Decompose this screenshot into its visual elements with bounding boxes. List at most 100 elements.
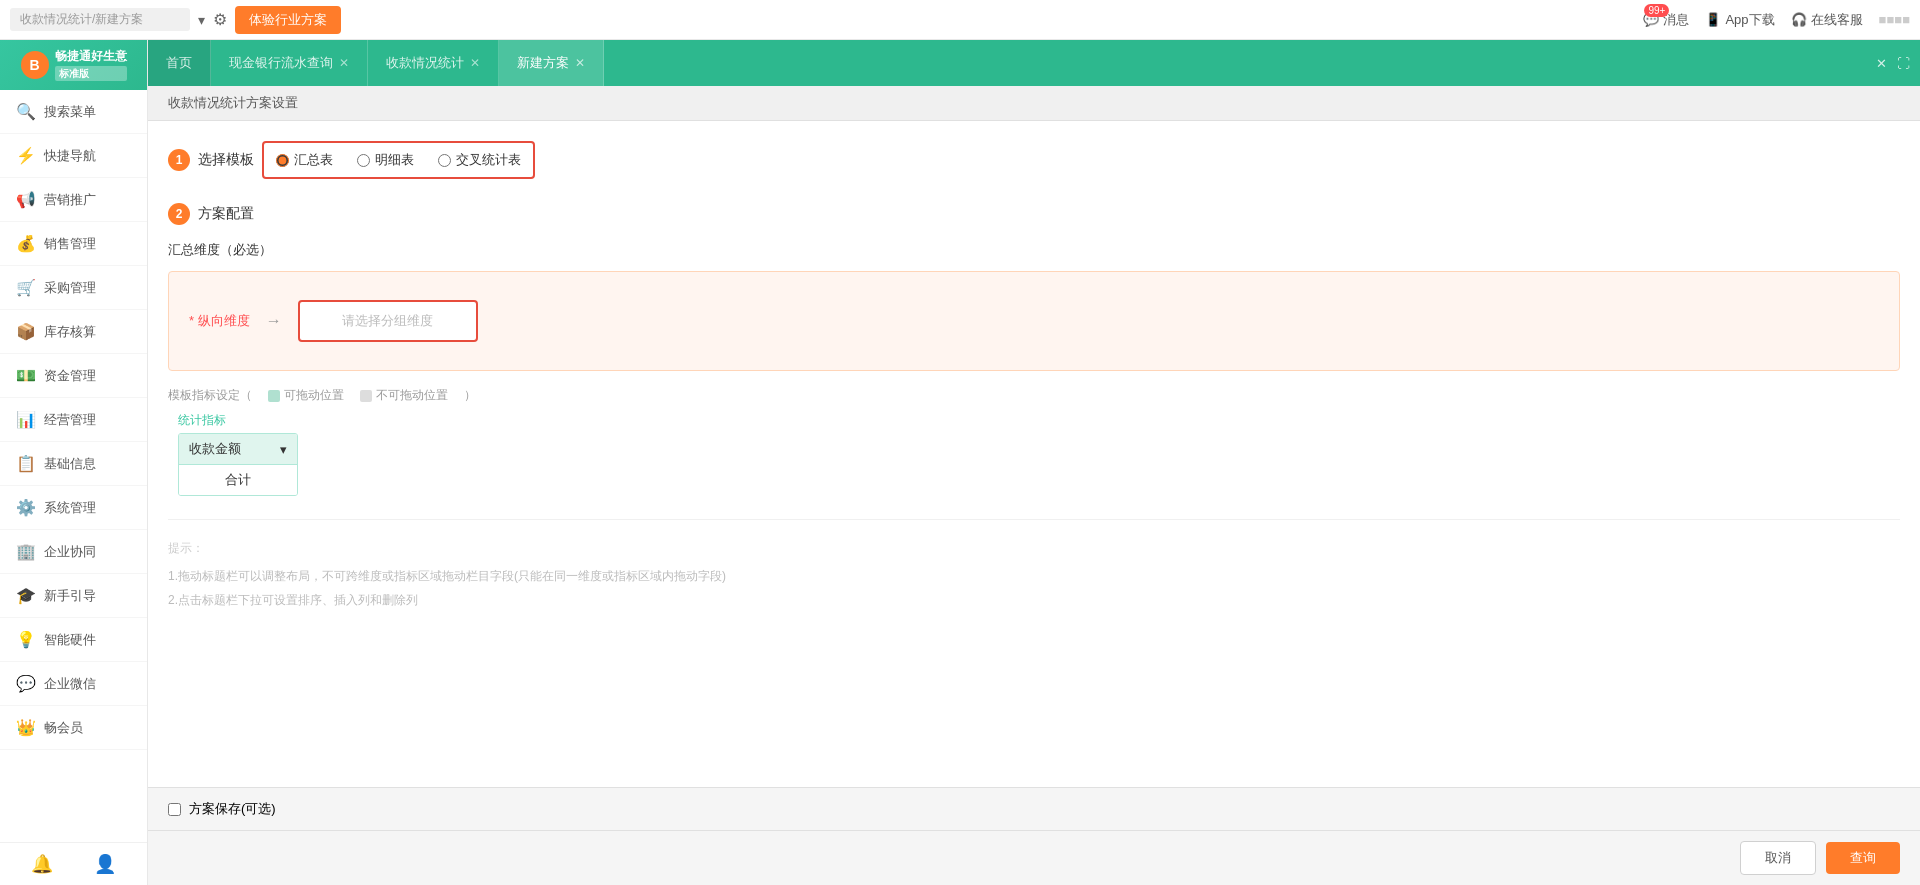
- breadcrumb: 收款情况统计/新建方案: [10, 8, 190, 31]
- service-label: 在线客服: [1811, 11, 1863, 29]
- option-detail-label: 明细表: [375, 151, 414, 169]
- sidebar-item-purchase[interactable]: 🛒 采购管理: [0, 266, 147, 310]
- tab-bank-flow-close[interactable]: ✕: [339, 56, 349, 70]
- tip1: 1.拖动标题栏可以调整布局，不可跨维度或指标区域拖动栏目字段(只能在同一维度或指…: [168, 564, 1900, 588]
- sidebar-item-collab[interactable]: 🏢 企业协同: [0, 530, 147, 574]
- section2-num: 2: [168, 203, 190, 225]
- radio-cross[interactable]: [438, 154, 451, 167]
- window-close-icon[interactable]: ✕: [1876, 56, 1887, 71]
- sidebar-item-basics[interactable]: 📋 基础信息: [0, 442, 147, 486]
- radio-detail[interactable]: [357, 154, 370, 167]
- user-avatar: ■■■■: [1879, 12, 1910, 27]
- window-expand-icon[interactable]: ⛶: [1897, 56, 1910, 71]
- cancel-button[interactable]: 取消: [1740, 841, 1816, 875]
- sidebar-label-system: 系统管理: [44, 499, 96, 517]
- service-item[interactable]: 🎧 在线客服: [1791, 11, 1863, 29]
- tab-receipt-stats-close[interactable]: ✕: [470, 56, 480, 70]
- tab-new-plan-close[interactable]: ✕: [575, 56, 585, 70]
- download-item[interactable]: 📱 App下载: [1705, 11, 1774, 29]
- movable-badge: 可拖动位置: [268, 387, 344, 404]
- fixed-indicator-icon: [360, 390, 372, 402]
- option-cross[interactable]: 交叉统计表: [438, 151, 521, 169]
- sidebar-item-system[interactable]: ⚙️ 系统管理: [0, 486, 147, 530]
- sidebar-bottom-icon1[interactable]: 🔔: [31, 853, 53, 875]
- stats-header-dropdown-icon[interactable]: ▾: [280, 442, 287, 457]
- sidebar-label-purchase: 采购管理: [44, 279, 96, 297]
- indicators-label-prefix: 模板指标设定（: [168, 387, 252, 404]
- dimension-arrow: →: [266, 312, 282, 330]
- tab-bar: 首页 现金银行流水查询 ✕ 收款情况统计 ✕ 新建方案 ✕ ✕ ⛶: [148, 40, 1920, 86]
- tips-area: 提示： 1.拖动标题栏可以调整布局，不可跨维度或指标区域拖动栏目字段(只能在同一…: [168, 519, 1900, 612]
- download-label: App下载: [1725, 11, 1774, 29]
- member-icon: 👑: [16, 718, 36, 737]
- section1-num: 1: [168, 149, 190, 171]
- indicators-section: 模板指标设定（ 可拖动位置 不可拖动位置 ）: [168, 387, 1900, 499]
- sidebar-label-basics: 基础信息: [44, 455, 96, 473]
- sidebar-label-collab: 企业协同: [44, 543, 96, 561]
- settings-icon[interactable]: ⚙: [213, 10, 227, 29]
- movable-indicator-icon: [268, 390, 280, 402]
- tab-bank-flow[interactable]: 现金银行流水查询 ✕: [211, 40, 368, 86]
- stats-header[interactable]: 收款金额 ▾: [179, 434, 297, 465]
- sales-icon: 💰: [16, 234, 36, 253]
- sidebar-logo: B 畅捷通好生意 标准版: [0, 40, 147, 90]
- tab-receipt-stats[interactable]: 收款情况统计 ✕: [368, 40, 499, 86]
- download-icon: 📱: [1705, 12, 1721, 27]
- industry-btn[interactable]: 体验行业方案: [235, 6, 341, 34]
- form-area: 1 选择模板 汇总表 明细表: [148, 121, 1920, 787]
- sidebar-item-sales[interactable]: 💰 销售管理: [0, 222, 147, 266]
- guide-icon: 🎓: [16, 586, 36, 605]
- sidebar-item-hardware[interactable]: 💡 智能硬件: [0, 618, 147, 662]
- logo-tag: 标准版: [55, 66, 127, 81]
- radio-summary[interactable]: [276, 154, 289, 167]
- logo-text: 畅捷通好生意 标准版: [55, 49, 127, 82]
- option-detail[interactable]: 明细表: [357, 151, 414, 169]
- sidebar-item-quicknav[interactable]: ⚡ 快捷导航: [0, 134, 147, 178]
- sidebar-item-marketing[interactable]: 📢 营销推广: [0, 178, 147, 222]
- section1-title: 选择模板: [198, 151, 254, 169]
- service-icon: 🎧: [1791, 12, 1807, 27]
- content-area: 首页 现金银行流水查询 ✕ 收款情况统计 ✕ 新建方案 ✕ ✕ ⛶: [148, 40, 1920, 885]
- section2-title: 方案配置: [198, 205, 254, 223]
- sidebar-item-member[interactable]: 👑 畅会员: [0, 706, 147, 750]
- wechat-icon: 💬: [16, 674, 36, 693]
- sidebar-item-operations[interactable]: 📊 经营管理: [0, 398, 147, 442]
- section1-header: 1 选择模板 汇总表 明细表: [168, 141, 1900, 179]
- finance-icon: 💵: [16, 366, 36, 385]
- bottom-save: 方案保存(可选): [148, 787, 1920, 830]
- dimension-config: 汇总维度（必选） * 纵向维度 → 请选择分组维度: [168, 241, 1900, 371]
- sidebar-item-inventory[interactable]: 📦 库存核算: [0, 310, 147, 354]
- stats-header-label: 收款金额: [189, 440, 241, 458]
- dimension-placeholder[interactable]: 请选择分组维度: [298, 300, 478, 342]
- message-badge: 99+: [1644, 4, 1669, 17]
- page-title: 收款情况统计方案设置: [168, 95, 298, 110]
- sidebar-bottom-icon2[interactable]: 👤: [94, 853, 116, 875]
- logo-icon: B: [21, 51, 49, 79]
- save-checkbox[interactable]: [168, 803, 181, 816]
- search-icon: 🔍: [16, 102, 36, 121]
- logo-abbr: B: [29, 57, 39, 73]
- sidebar-item-guide[interactable]: 🎓 新手引导: [0, 574, 147, 618]
- stats-table: 收款金额 ▾ 合计: [178, 433, 298, 496]
- sidebar-item-search[interactable]: 🔍 搜索菜单: [0, 90, 147, 134]
- breadcrumb-dropdown-icon[interactable]: ▾: [198, 12, 205, 28]
- tab-new-plan[interactable]: 新建方案 ✕: [499, 40, 604, 86]
- quicknav-icon: ⚡: [16, 146, 36, 165]
- tab-receipt-stats-label: 收款情况统计: [386, 54, 464, 72]
- sidebar-item-wechat[interactable]: 💬 企业微信: [0, 662, 147, 706]
- option-summary[interactable]: 汇总表: [276, 151, 333, 169]
- message-item[interactable]: 💬 99+ 消息: [1643, 11, 1689, 29]
- tab-spacer: [604, 40, 1866, 86]
- sidebar-item-finance[interactable]: 💵 资金管理: [0, 354, 147, 398]
- basics-icon: 📋: [16, 454, 36, 473]
- section2-header: 2 方案配置: [168, 203, 1900, 225]
- sidebar: B 畅捷通好生意 标准版 🔍 搜索菜单 ⚡ 快捷导航 📢 营销推广 💰 销售管理…: [0, 40, 148, 885]
- user-info[interactable]: ■■■■: [1879, 12, 1910, 27]
- template-section: 1 选择模板 汇总表 明细表: [168, 141, 1900, 179]
- hardware-icon: 💡: [16, 630, 36, 649]
- indicators-config-label: 模板指标设定（ 可拖动位置 不可拖动位置 ）: [168, 387, 1900, 404]
- purchase-icon: 🛒: [16, 278, 36, 297]
- query-button[interactable]: 查询: [1826, 842, 1900, 874]
- tab-home[interactable]: 首页: [148, 40, 211, 86]
- page-content: 收款情况统计方案设置 1 选择模板 汇总表: [148, 86, 1920, 885]
